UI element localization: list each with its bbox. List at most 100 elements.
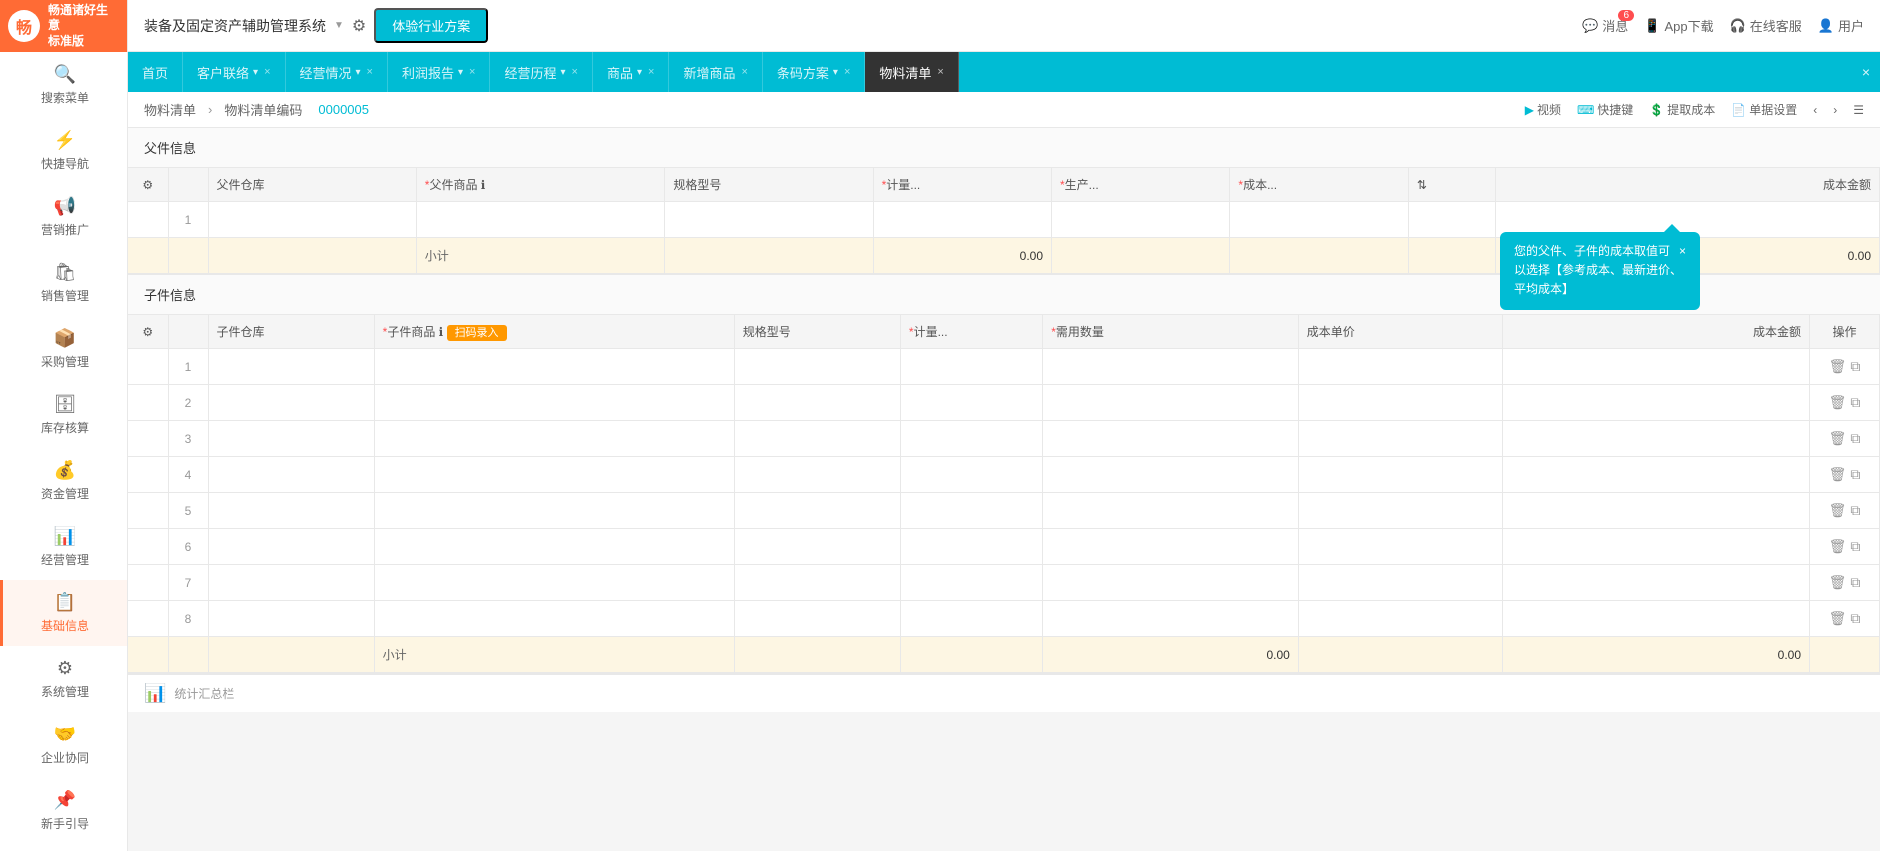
th-settings[interactable]: ⚙ [128,168,168,202]
child-r4-copy[interactable]: ⧉ [1850,466,1860,483]
child-r1-delete[interactable]: 🗑 [1829,358,1847,375]
child-r7-delete[interactable]: 🗑 [1829,574,1847,591]
tab-goods-close[interactable]: × [648,66,654,78]
child-r1-num: 1 [168,349,208,385]
child-r1-unit-cost[interactable] [1298,349,1502,385]
child-r1-qty[interactable] [1043,349,1299,385]
child-r5-delete[interactable]: 🗑 [1829,502,1847,519]
online-service-button[interactable]: 🎧 在线客服 [1730,16,1802,35]
child-r7-copy[interactable]: ⧉ [1850,574,1860,591]
basicinfo-icon: 📋 [54,592,76,613]
page-actions: ▶ 视频 ⌨ 快捷键 💲 提取成本 📄 单据设置 ‹ [1525,101,1864,118]
main-panel: 装备及固定资产辅助管理系统 ▼ ⚙ 体验行业方案 💬 消息 6 📱 App下载 … [128,0,1880,851]
sidebar-item-marketing[interactable]: 📢 营销推广 [0,184,127,250]
tab-ops-close[interactable]: × [367,66,373,78]
tab-history-close[interactable]: × [572,66,578,78]
child-r1-product[interactable] [374,349,734,385]
shortcut-action[interactable]: ⌨ 快捷键 [1577,101,1633,118]
app-download-button[interactable]: 📱 App下载 [1644,16,1713,35]
child-r6-copy[interactable]: ⧉ [1850,538,1860,555]
child-r3-delete[interactable]: 🗑 [1829,430,1847,447]
tab-barcode-close[interactable]: × [844,66,850,78]
sidebar: 畅 畅通诸好生意 标准版 🔍 搜索菜单 ⚡ 快捷导航 📢 营销推广 🛍 销售管理… [0,0,128,851]
tab-operations-status[interactable]: 经营情况 ▾ × [286,52,388,92]
child-r8-copy[interactable]: ⧉ [1850,610,1860,627]
child-r2-copy[interactable]: ⧉ [1850,394,1860,411]
child-r2-unit-cost[interactable] [1298,385,1502,421]
settings-icon[interactable]: ⚙ [352,16,366,36]
child-r4-delete[interactable]: 🗑 [1829,466,1847,483]
trial-button[interactable]: 体验行业方案 [374,8,488,43]
close-all-tabs[interactable]: × [1852,64,1880,80]
child-r1-warehouse[interactable] [208,349,374,385]
tab-profit[interactable]: 利润报告 ▾ × [388,52,490,92]
child-th-product: *子件商品 ℹ 扫码录入 [374,315,734,349]
tab-customer[interactable]: 客户联络 ▾ × [183,52,285,92]
child-r6-delete[interactable]: 🗑 [1829,538,1847,555]
tab-goods-arrow: ▾ [637,67,642,78]
child-r1-spec[interactable] [734,349,900,385]
tab-goods[interactable]: 商品 ▾ × [593,52,669,92]
message-button[interactable]: 💬 消息 6 [1582,16,1628,35]
tab-barcode[interactable]: 条码方案 ▾ × [763,52,865,92]
child-r8-delete[interactable]: 🗑 [1829,610,1847,627]
sidebar-item-guide[interactable]: 📌 新手引导 [0,778,127,844]
nav-next[interactable]: › [1833,103,1837,117]
extract-cost-action[interactable]: 💲 提取成本 [1649,101,1715,118]
child-th-settings[interactable]: ⚙ [128,315,168,349]
nav-prev[interactable]: ‹ [1813,103,1817,117]
child-r2-unit[interactable] [900,385,1042,421]
sidebar-item-basicinfo[interactable]: 📋 基础信息 [0,580,127,646]
tab-customer-close[interactable]: × [264,66,270,78]
sidebar-item-collab[interactable]: 🤝 企业协同 [0,712,127,778]
parent-row-1-production[interactable] [1052,202,1230,238]
child-r2-spec[interactable] [734,385,900,421]
parent-row-1-spec[interactable] [665,202,873,238]
tab-newgoods-close[interactable]: × [741,66,747,78]
child-r1-copy[interactable]: ⧉ [1850,358,1860,375]
parent-row-1-cost[interactable] [1230,202,1408,238]
sidebar-item-search[interactable]: 🔍 搜索菜单 [0,52,127,118]
child-r4-num: 4 [168,457,208,493]
sidebar-item-operations[interactable]: 📊 经营管理 [0,514,127,580]
sidebar-item-quicknav[interactable]: ⚡ 快捷导航 [0,118,127,184]
grid-view[interactable]: ☰ [1853,103,1864,117]
parent-row-1-unit[interactable] [873,202,1051,238]
tab-history[interactable]: 经营历程 ▾ × [490,52,592,92]
th-sort: ⇅ [1408,168,1495,202]
breadcrumb-sub: 物料清单编码 [224,100,302,119]
system-title-arrow[interactable]: ▼ [334,20,344,31]
tooltip-close[interactable]: × [1679,242,1686,261]
guide-icon: 📌 [54,790,76,811]
parent-subtotal-cost: 0.00 [873,238,1051,274]
scan-button[interactable]: 扫码录入 [447,325,507,341]
bottom-bar: 📊 统计汇总栏 [128,674,1880,712]
child-row-2: 2 🗑 [128,385,1880,421]
sidebar-item-system[interactable]: ⚙ 系统管理 [0,646,127,712]
child-th-amount: 成本金额 [1503,315,1810,349]
sidebar-item-sales[interactable]: 🛍 销售管理 [0,250,127,316]
child-r2-qty[interactable] [1043,385,1299,421]
sidebar-item-inventory[interactable]: 🗄 库存核算 [0,382,127,448]
child-th-action: 操作 [1810,315,1880,349]
user-menu[interactable]: 👤 用户 [1818,16,1864,35]
tab-bom[interactable]: 物料清单 × [865,52,958,92]
tab-new-goods[interactable]: 新增商品 × [669,52,762,92]
download-icon: 📱 [1644,18,1660,34]
child-r3-copy[interactable]: ⧉ [1850,430,1860,447]
parent-row-1-product[interactable] [416,202,665,238]
tab-home[interactable]: 首页 [128,52,183,92]
child-r2-product[interactable] [374,385,734,421]
parent-row-1-warehouse[interactable] [208,202,416,238]
sidebar-item-finance[interactable]: 💰 资金管理 [0,448,127,514]
tab-bom-close[interactable]: × [937,66,943,78]
child-r2-warehouse[interactable] [208,385,374,421]
single-setting-action[interactable]: 📄 单据设置 [1731,101,1797,118]
child-r1-unit[interactable] [900,349,1042,385]
view-action[interactable]: ▶ 视频 [1525,101,1561,118]
child-r5-copy[interactable]: ⧉ [1850,502,1860,519]
subtotal-empty-1 [128,238,168,274]
child-r2-delete[interactable]: 🗑 [1829,394,1847,411]
sidebar-item-purchase[interactable]: 📦 采购管理 [0,316,127,382]
tab-profit-close[interactable]: × [469,66,475,78]
